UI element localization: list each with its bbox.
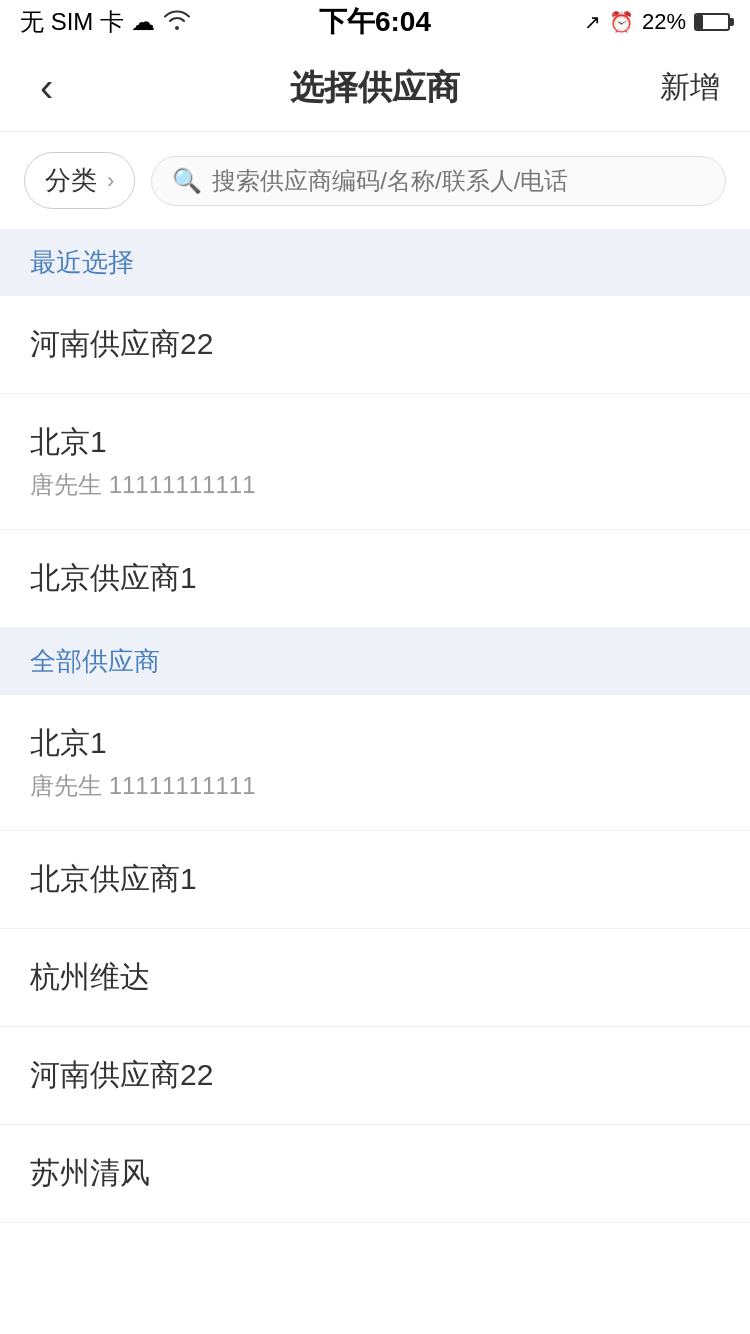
item-name: 苏州清风	[30, 1153, 720, 1194]
battery-icon	[694, 13, 730, 31]
list-item[interactable]: 苏州清风	[0, 1125, 750, 1223]
recent-section-label: 最近选择	[30, 247, 134, 277]
recent-section-header: 最近选择	[0, 229, 750, 296]
item-name: 北京1	[30, 723, 720, 764]
item-name: 北京1	[30, 422, 720, 463]
status-bar: 无 SIM 卡 ☁ 下午6:04 ↗ ⏰ 22%	[0, 0, 750, 44]
list-item[interactable]: 河南供应商22	[0, 1027, 750, 1125]
list-item[interactable]: 北京1 唐先生 11111111111	[0, 695, 750, 831]
all-section-label: 全部供应商	[30, 646, 160, 676]
search-icon: 🔍	[172, 167, 202, 195]
category-label: 分类	[45, 163, 97, 198]
search-input[interactable]	[212, 167, 705, 195]
all-items-list: 北京1 唐先生 11111111111 北京供应商1 杭州维达河南供应商22 苏州清风	[0, 695, 750, 1223]
alarm-icon: ⏰	[609, 10, 634, 34]
item-sub: 唐先生 11111111111	[30, 469, 720, 501]
wifi-icon	[163, 8, 191, 36]
list-item[interactable]: 北京1 唐先生 11111111111	[0, 394, 750, 530]
nav-bar: ‹ 选择供应商 新增	[0, 44, 750, 132]
all-section-header: 全部供应商	[0, 628, 750, 695]
list-item[interactable]: 杭州维达	[0, 929, 750, 1027]
add-new-button[interactable]: 新增	[660, 67, 720, 108]
status-right: ↗ ⏰ 22%	[584, 9, 730, 35]
category-chevron-icon: ›	[107, 168, 114, 194]
status-time: 下午6:04	[319, 3, 431, 41]
list-item[interactable]: 北京供应商1	[0, 831, 750, 929]
item-name: 河南供应商22	[30, 324, 720, 365]
back-button[interactable]: ‹	[30, 55, 63, 120]
list-item[interactable]: 北京供应商1	[0, 530, 750, 628]
search-box[interactable]: 🔍	[151, 156, 726, 206]
page-title: 选择供应商	[290, 65, 460, 111]
item-name: 北京供应商1	[30, 859, 720, 900]
no-sim-label: 无 SIM 卡 ☁	[20, 6, 155, 38]
list-item[interactable]: 河南供应商22	[0, 296, 750, 394]
status-left: 无 SIM 卡 ☁	[20, 6, 191, 38]
item-name: 北京供应商1	[30, 558, 720, 599]
item-name: 杭州维达	[30, 957, 720, 998]
category-filter-button[interactable]: 分类 ›	[24, 152, 135, 209]
battery-label: 22%	[642, 9, 686, 35]
item-sub: 唐先生 11111111111	[30, 770, 720, 802]
recent-items-list: 河南供应商22 北京1 唐先生 11111111111 北京供应商1	[0, 296, 750, 628]
item-name: 河南供应商22	[30, 1055, 720, 1096]
gps-icon: ↗	[584, 10, 601, 34]
filter-bar: 分类 › 🔍	[0, 132, 750, 229]
